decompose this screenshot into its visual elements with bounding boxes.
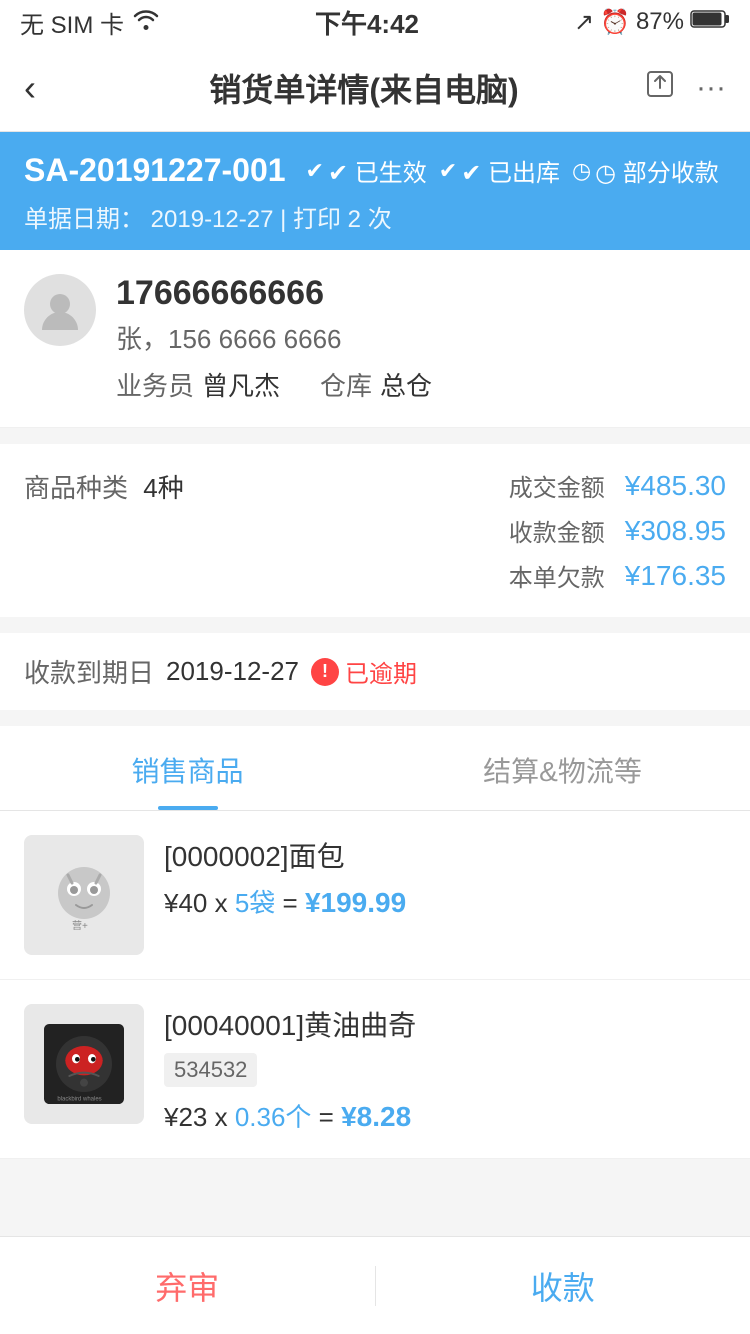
salesperson-value: 曾凡杰	[202, 366, 280, 403]
nav-actions: ···	[644, 68, 726, 108]
collect-payment-button[interactable]: 收款	[376, 1243, 750, 1329]
stats-right: 成交金额 ¥485.30 收款金额 ¥308.95 本单欠款 ¥176.35	[509, 468, 726, 593]
due-label: 收款到期日	[24, 653, 154, 690]
debt-row: 本单欠款 ¥176.35	[509, 558, 726, 593]
share-icon[interactable]	[644, 68, 676, 108]
order-number: SA-20191227-001	[24, 152, 286, 189]
order-date-value: 2019-12-27	[151, 206, 274, 233]
status-right: ↗ ⏰ 87%	[574, 8, 730, 37]
due-date-value: 2019-12-27	[166, 656, 299, 687]
page-title: 销货单详情(来自电脑)	[209, 65, 518, 111]
products-section: 营+ [0000002]面包 ¥40 x 5袋 = ¥199.99	[0, 811, 750, 1159]
svg-text:营+: 营+	[72, 919, 88, 932]
overdue-badge: ! 已逾期	[311, 654, 417, 689]
customer-info: 17666666666 张，156 6666 6666 业务员 曾凡杰 仓库 总…	[116, 274, 726, 403]
debt-label: 本单欠款	[509, 558, 605, 593]
product-details-cookie: [00040001]黄油曲奇 534532 ¥23 x 0.36个 = ¥8.2…	[164, 1004, 726, 1134]
overdue-text: 已逾期	[345, 654, 417, 689]
received-row: 收款金额 ¥308.95	[509, 513, 726, 548]
due-section: 收款到期日 2019-12-27 ! 已逾期	[0, 633, 750, 710]
wifi-icon	[132, 8, 160, 37]
warehouse-value: 总仓	[380, 366, 432, 403]
warehouse-label: 仓库	[320, 366, 372, 403]
status-bar: 无 SIM 卡 下午4:42 ↗ ⏰ 87%	[0, 0, 750, 44]
badge-activated: ✔ 已生效	[306, 153, 427, 188]
badge-partial-payment: ◷ 部分收款	[572, 153, 719, 188]
price-base: ¥40 x	[164, 888, 235, 918]
price-eq-cookie: =	[319, 1102, 341, 1132]
stats-section: 商品种类 4种 成交金额 ¥485.30 收款金额 ¥308.95 本单欠款 ¥…	[0, 444, 750, 617]
svg-text:blackbird whales: blackbird whales	[57, 1097, 101, 1103]
order-date-label: 单据日期：	[24, 206, 144, 233]
customer-contact: 张，156 6666 6666	[116, 319, 726, 356]
price-base-cookie: ¥23 x	[164, 1102, 235, 1132]
status-left: 无 SIM 卡	[20, 5, 160, 40]
order-date: 单据日期： 2019-12-27 | 打印 2 次	[24, 199, 726, 234]
customer-avatar	[24, 274, 96, 346]
warehouse-item: 仓库 总仓	[320, 366, 432, 403]
order-header: SA-20191227-001 ✔ 已生效 ✔ 已出库 ◷ 部分收款 单据日期：…	[0, 132, 750, 250]
product-details-bread: [0000002]面包 ¥40 x 5袋 = ¥199.99	[164, 835, 726, 920]
received-amount: ¥308.95	[625, 515, 726, 547]
salesperson-label: 业务员	[116, 366, 194, 403]
alarm-icon: ⏰	[600, 8, 630, 37]
debt-amount: ¥176.35	[625, 560, 726, 592]
order-badges: ✔ 已生效 ✔ 已出库 ◷ 部分收款	[306, 153, 719, 188]
sim-indicator: 无 SIM 卡	[20, 5, 124, 40]
received-label: 收款金额	[509, 513, 605, 548]
product-name-cookie: [00040001]黄油曲奇	[164, 1004, 726, 1044]
transaction-label: 成交金额	[509, 468, 605, 503]
tab-sales-products[interactable]: 销售商品	[0, 726, 375, 810]
price-qty: 5袋	[235, 888, 275, 918]
tabs-section: 销售商品 结算&物流等	[0, 726, 750, 811]
transaction-row: 成交金额 ¥485.30	[509, 468, 726, 503]
product-price-bread: ¥40 x 5袋 = ¥199.99	[164, 883, 726, 920]
product-image-bread: 营+	[24, 835, 144, 955]
product-price-cookie: ¥23 x 0.36个 = ¥8.28	[164, 1097, 726, 1134]
product-item: blackbird whales [00040001]黄油曲奇 534532 ¥…	[0, 980, 750, 1159]
product-item: 营+ [0000002]面包 ¥40 x 5袋 = ¥199.99	[0, 811, 750, 980]
customer-meta: 业务员 曾凡杰 仓库 总仓	[116, 366, 726, 403]
product-tag-cookie: 534532	[164, 1053, 257, 1087]
product-image-cookie: blackbird whales	[24, 1004, 144, 1124]
badge-shipped: ✔ 已出库	[439, 153, 560, 188]
nav-bar: ‹ 销货单详情(来自电脑) ···	[0, 44, 750, 132]
location-icon: ↗	[574, 8, 594, 37]
stats-left: 商品种类 4种	[24, 468, 184, 505]
overdue-icon: !	[311, 658, 339, 686]
cancel-review-button[interactable]: 弃审	[0, 1243, 375, 1329]
customer-name: 17666666666	[116, 274, 726, 313]
back-button[interactable]: ‹	[24, 67, 84, 109]
more-icon[interactable]: ···	[696, 71, 726, 105]
price-total-cookie: ¥8.28	[341, 1101, 411, 1132]
price-total: ¥199.99	[305, 887, 406, 918]
category-value: 4种	[143, 473, 183, 503]
transaction-amount: ¥485.30	[625, 470, 726, 502]
price-qty-cookie: 0.36个	[235, 1102, 312, 1132]
salesperson-item: 业务员 曾凡杰	[116, 366, 280, 403]
print-info: | 打印 2 次	[280, 206, 392, 233]
status-time: 下午4:42	[315, 4, 419, 41]
battery-percentage: 87%	[636, 8, 684, 36]
customer-section: 17666666666 张，156 6666 6666 业务员 曾凡杰 仓库 总…	[0, 250, 750, 428]
category-label: 商品种类	[24, 473, 128, 503]
tab-settlement-logistics[interactable]: 结算&物流等	[375, 726, 750, 810]
price-eq: =	[283, 888, 305, 918]
bottom-bar: 弃审 收款	[0, 1236, 750, 1334]
battery-icon	[690, 8, 730, 36]
product-name-bread: [0000002]面包	[164, 835, 726, 875]
